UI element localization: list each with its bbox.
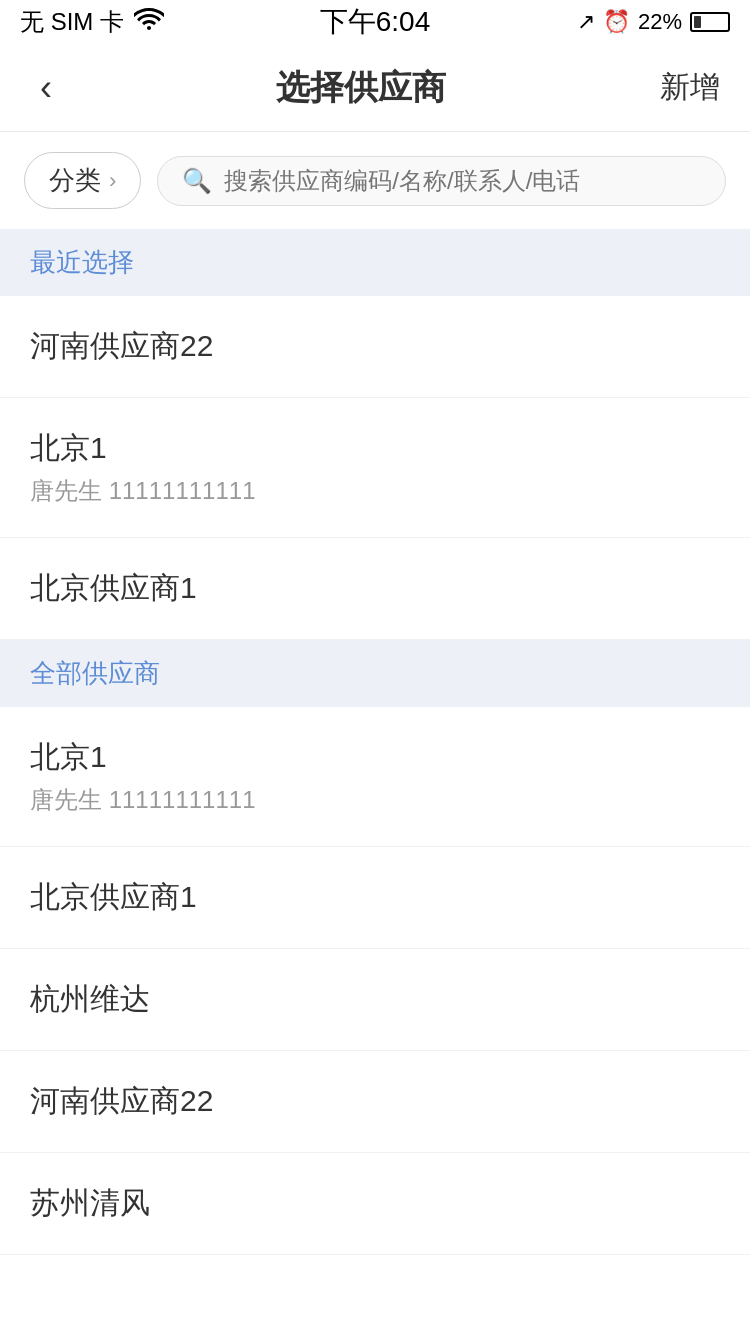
all-section-header: 全部供应商 [0, 640, 750, 707]
supplier-name: 河南供应商22 [30, 1081, 720, 1122]
search-box[interactable]: 🔍 [157, 156, 726, 206]
status-left: 无 SIM 卡 [20, 6, 164, 38]
status-bar: 无 SIM 卡 下午6:04 ↗ ⏰ 22% [0, 0, 750, 44]
alarm-icon: ⏰ [603, 9, 630, 35]
no-sim-text: 无 SIM 卡 [20, 6, 124, 38]
battery-percent: 22% [638, 9, 682, 35]
all-items-list: 北京1 唐先生 11111111111 北京供应商1 杭州维达河南供应商22 苏州清风 [0, 707, 750, 1255]
wifi-icon [134, 8, 164, 36]
supplier-name: 北京供应商1 [30, 877, 720, 918]
supplier-name: 北京供应商1 [30, 568, 720, 609]
supplier-name: 河南供应商22 [30, 326, 720, 367]
list-item[interactable]: 北京1 唐先生 11111111111 [0, 707, 750, 847]
list-item[interactable]: 北京供应商1 [0, 847, 750, 949]
supplier-name: 杭州维达 [30, 979, 720, 1020]
recent-section-header: 最近选择 [0, 229, 750, 296]
supplier-contact: 唐先生 11111111111 [30, 475, 720, 507]
list-item[interactable]: 河南供应商22 [0, 1051, 750, 1153]
nav-bar: ‹ 选择供应商 新增 [0, 44, 750, 132]
back-button[interactable]: ‹ [30, 57, 62, 119]
search-icon: 🔍 [182, 167, 212, 195]
status-time: 下午6:04 [320, 3, 431, 41]
recent-items-list: 河南供应商22 北京1 唐先生 11111111111 北京供应商1 [0, 296, 750, 640]
supplier-name: 北京1 [30, 428, 720, 469]
new-supplier-button[interactable]: 新增 [660, 67, 720, 108]
list-item[interactable]: 北京1 唐先生 11111111111 [0, 398, 750, 538]
battery-icon [690, 12, 730, 32]
list-item[interactable]: 河南供应商22 [0, 296, 750, 398]
supplier-name: 苏州清风 [30, 1183, 720, 1224]
filter-bar: 分类 › 🔍 [0, 132, 750, 229]
list-item[interactable]: 苏州清风 [0, 1153, 750, 1255]
status-right: ↗ ⏰ 22% [577, 9, 730, 35]
list-item[interactable]: 北京供应商1 [0, 538, 750, 640]
page-title: 选择供应商 [276, 65, 446, 111]
category-label: 分类 [49, 163, 101, 198]
supplier-name: 北京1 [30, 737, 720, 778]
category-filter-button[interactable]: 分类 › [24, 152, 141, 209]
location-icon: ↗ [577, 9, 595, 35]
list-item[interactable]: 杭州维达 [0, 949, 750, 1051]
search-input[interactable] [224, 167, 701, 195]
chevron-right-icon: › [109, 168, 116, 194]
supplier-contact: 唐先生 11111111111 [30, 784, 720, 816]
